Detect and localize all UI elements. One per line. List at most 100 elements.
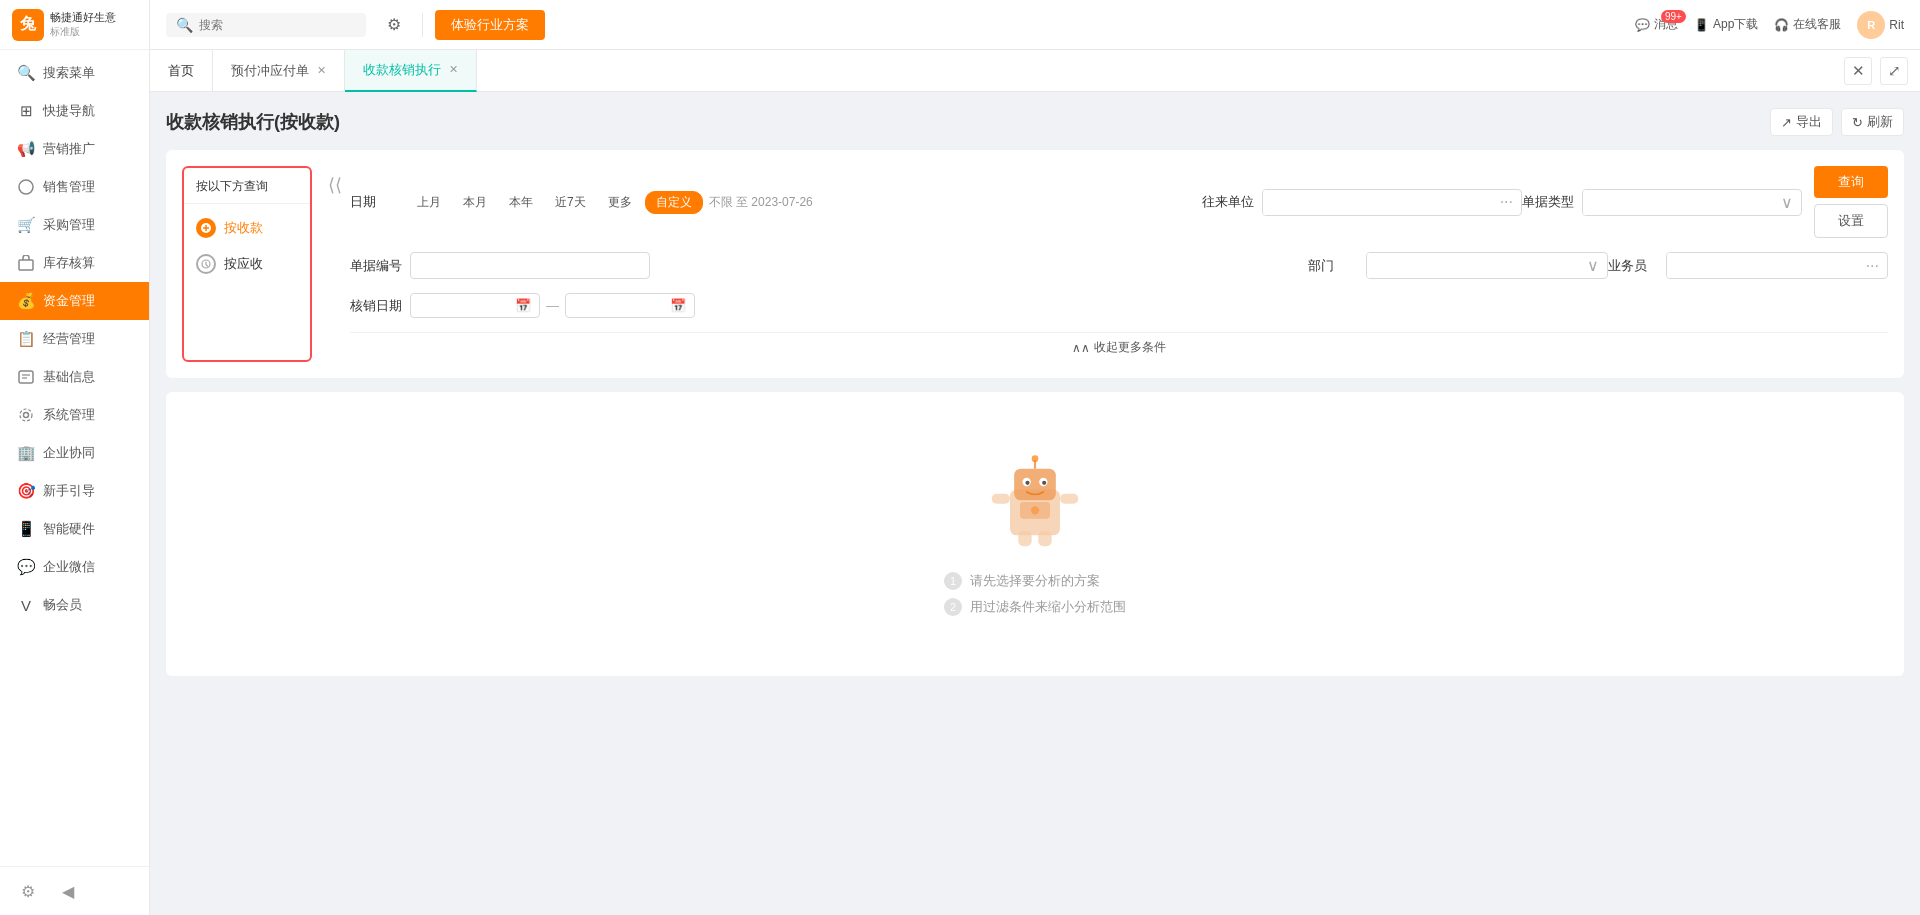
date-group: 上月 本月 本年 近7天 更多 自定义 不限 至 2023-07-26	[408, 191, 1202, 214]
counterpart-input-wrapper[interactable]: ···	[1262, 189, 1522, 216]
date-tabs: 上月 本月 本年 近7天 更多 自定义	[408, 191, 703, 214]
settings-icon[interactable]: ⚙	[14, 877, 42, 905]
sidebar-item-vip[interactable]: V 畅会员	[0, 586, 149, 624]
divider	[422, 13, 423, 37]
sidebar-item-label: 企业微信	[43, 558, 95, 576]
collapse-more-label: 收起更多条件	[1094, 339, 1166, 356]
tip-2-text: 用过滤条件来缩小分析范围	[970, 598, 1126, 616]
sidebar-item-label: 畅会员	[43, 596, 82, 614]
sidebar-item-label: 经营管理	[43, 330, 95, 348]
staff-ellipsis[interactable]: ···	[1858, 257, 1887, 275]
tab-receipt-writeoff[interactable]: 收款核销执行 ✕	[345, 50, 477, 92]
date-tab-last-7-days[interactable]: 近7天	[546, 191, 595, 214]
filter-option-by-receipt[interactable]: 按收款	[184, 210, 310, 246]
date-tab-custom[interactable]: 自定义	[645, 191, 703, 214]
search-input[interactable]	[199, 18, 339, 32]
calendar-end-icon[interactable]: 📅	[670, 298, 686, 313]
sidebar-item-inventory[interactable]: 库存核算	[0, 244, 149, 282]
sidebar-item-purchase[interactable]: 🛒 采购管理	[0, 206, 149, 244]
gear-icon[interactable]: ⚙	[378, 9, 410, 41]
department-input[interactable]	[1367, 253, 1579, 278]
sidebar-item-label: 销售管理	[43, 178, 95, 196]
date-unlimit: 不限 至 2023-07-26	[709, 194, 813, 211]
date-tab-last-month[interactable]: 上月	[408, 191, 450, 214]
sidebar-item-label: 系统管理	[43, 406, 95, 424]
writeoff-start-value[interactable]: 2023-03-01	[419, 298, 509, 313]
search-icon: 🔍	[17, 64, 35, 82]
query-button[interactable]: 查询	[1814, 166, 1888, 198]
industry-solution-button[interactable]: 体验行业方案	[435, 10, 545, 40]
filter-option-by-receivable[interactable]: 按应收	[184, 246, 310, 282]
settings-button[interactable]: 设置	[1814, 204, 1888, 238]
sidebar-item-operations[interactable]: 📋 经营管理	[0, 320, 149, 358]
messages-button[interactable]: 💬 消息 99+	[1635, 16, 1678, 33]
empty-tip-2: 2 用过滤条件来缩小分析范围	[944, 598, 1126, 616]
online-service-button[interactable]: 🎧 在线客服	[1774, 16, 1841, 33]
sidebar-item-sales[interactable]: 销售管理	[0, 168, 149, 206]
refresh-icon: ↻	[1852, 115, 1863, 130]
doc-number-input[interactable]	[410, 252, 650, 279]
tab-prepay[interactable]: 预付冲应付单 ✕	[213, 50, 345, 92]
sidebar-item-system[interactable]: 系统管理	[0, 396, 149, 434]
topbar-search-box[interactable]: 🔍	[166, 13, 366, 37]
department-chevron[interactable]: ∨	[1579, 256, 1607, 275]
headset-icon: 🎧	[1774, 18, 1789, 32]
svg-rect-16	[1060, 494, 1078, 504]
tab-home[interactable]: 首页	[150, 50, 213, 92]
sidebar-item-basic-info[interactable]: 基础信息	[0, 358, 149, 396]
writeoff-end-value[interactable]: 2023-07-21	[574, 298, 664, 313]
writeoff-date-end-input[interactable]: 2023-07-21 📅	[565, 293, 695, 318]
doc-type-input[interactable]	[1583, 190, 1773, 215]
tab-receipt-writeoff-close[interactable]: ✕	[449, 63, 458, 76]
receipt-icon	[196, 218, 216, 238]
collapse-sidebar-icon[interactable]: ◀	[54, 877, 82, 905]
tabbar-actions: ✕ ⤢	[1844, 57, 1920, 85]
sidebar-item-newbie[interactable]: 🎯 新手引导	[0, 472, 149, 510]
app-download-button[interactable]: 📱 App下载	[1694, 16, 1758, 33]
doc-type-label: 单据类型	[1522, 193, 1574, 211]
filter-field-doc-type: 单据类型 ∨	[1522, 189, 1802, 216]
sidebar-item-wechat[interactable]: 💬 企业微信	[0, 548, 149, 586]
export-button[interactable]: ↗ 导出	[1770, 108, 1833, 136]
by-receivable-label: 按应收	[224, 255, 263, 273]
staff-label: 业务员	[1608, 257, 1658, 275]
counterpart-ellipsis[interactable]: ···	[1492, 193, 1521, 211]
sidebar-item-marketing[interactable]: 📢 营销推广	[0, 130, 149, 168]
staff-input-wrapper[interactable]: ···	[1666, 252, 1888, 279]
collapse-more-button[interactable]: ∧∧ 收起更多条件	[350, 332, 1888, 362]
refresh-button[interactable]: ↻ 刷新	[1841, 108, 1904, 136]
sidebar-item-hardware[interactable]: 📱 智能硬件	[0, 510, 149, 548]
date-tab-this-month[interactable]: 本月	[454, 191, 496, 214]
sidebar-item-label: 快捷导航	[43, 102, 95, 120]
expand-tab-icon[interactable]: ⤢	[1880, 57, 1908, 85]
sidebar-item-enterprise[interactable]: 🏢 企业协同	[0, 434, 149, 472]
doc-type-select-wrapper[interactable]: ∨	[1582, 189, 1802, 216]
user-profile[interactable]: R Rit	[1857, 11, 1904, 39]
close-tab-icon[interactable]: ✕	[1844, 57, 1872, 85]
tab-prepay-close[interactable]: ✕	[317, 64, 326, 77]
filter-sidebar-title: 按以下方查询	[184, 178, 310, 204]
logo-sub: 标准版	[50, 25, 116, 39]
cart-icon: 🛒	[17, 216, 35, 234]
sidebar-item-search[interactable]: 🔍 搜索菜单	[0, 54, 149, 92]
counterpart-input[interactable]	[1263, 190, 1492, 215]
filter-collapse-button[interactable]: ⟨⟨	[320, 166, 350, 362]
date-tab-this-year[interactable]: 本年	[500, 191, 542, 214]
sidebar-item-quick-nav[interactable]: ⊞ 快捷导航	[0, 92, 149, 130]
staff-input[interactable]	[1667, 253, 1858, 278]
sidebar-item-label: 库存核算	[43, 254, 95, 272]
tip-1-text: 请先选择要分析的方案	[970, 572, 1100, 590]
calendar-start-icon[interactable]: 📅	[515, 298, 531, 313]
sidebar-item-funds[interactable]: 💰 资金管理	[0, 282, 149, 320]
online-service-label: 在线客服	[1793, 16, 1841, 33]
page-actions: ↗ 导出 ↻ 刷新	[1770, 108, 1904, 136]
svg-point-0	[19, 180, 33, 194]
tip-1-number: 1	[944, 572, 962, 590]
svg-rect-17	[1018, 531, 1031, 546]
svg-point-20	[1032, 455, 1039, 462]
date-tab-more[interactable]: 更多	[599, 191, 641, 214]
writeoff-date-start-input[interactable]: 2023-03-01 📅	[410, 293, 540, 318]
department-select-wrapper[interactable]: ∨	[1366, 252, 1608, 279]
filter-row-2: 单据编号 部门 ∨ 业务员 ···	[350, 252, 1888, 279]
doc-type-chevron[interactable]: ∨	[1773, 193, 1801, 212]
